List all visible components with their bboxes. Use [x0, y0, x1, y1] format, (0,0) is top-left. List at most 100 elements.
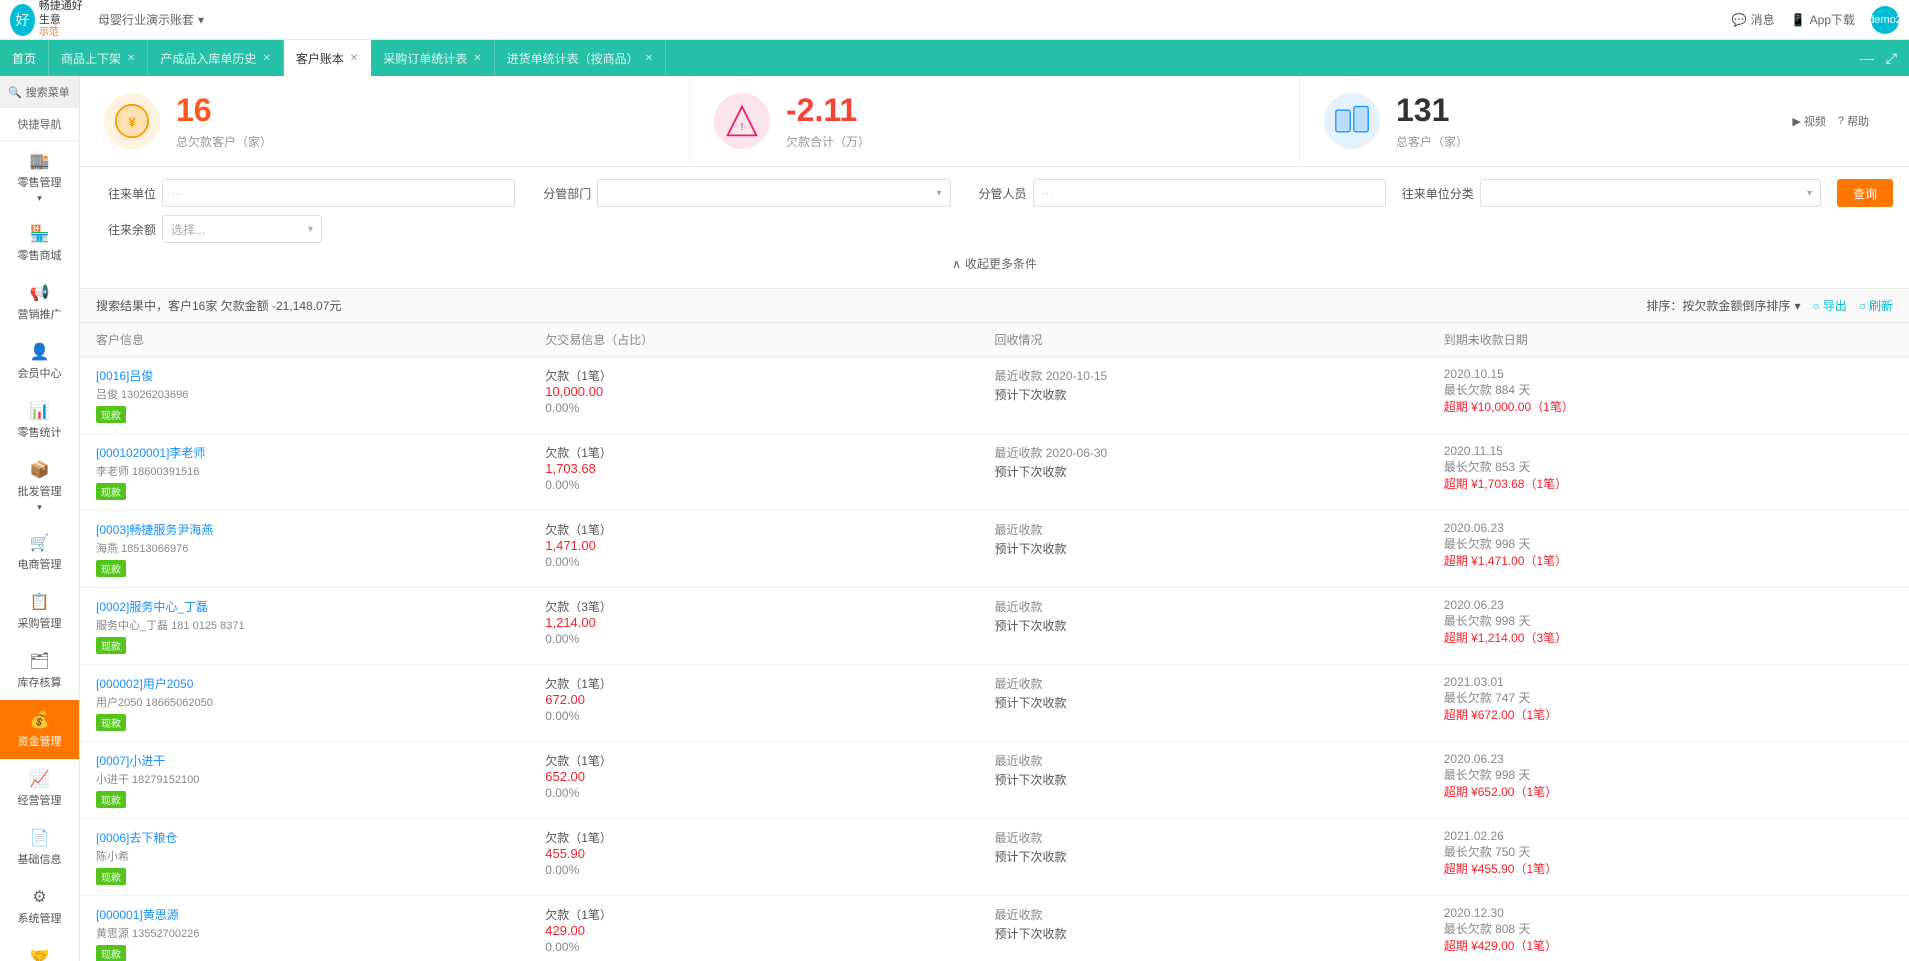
debt-amount[interactable]: 652.00 [545, 769, 994, 784]
sidebar-item-retail-mall[interactable]: 🏪 零售商城 [0, 214, 79, 273]
chevron-down-icon: ▾ [198, 13, 204, 27]
customer-name[interactable]: [0006]去下粮仓 [96, 829, 545, 846]
overdue-link[interactable]: 超期 ¥455.90（1笔） [1444, 860, 1893, 877]
debt-amount[interactable]: 1,471.00 [545, 538, 994, 553]
sidebar-item-batch-mgmt[interactable]: 📦 批发管理 ▾ [0, 450, 79, 523]
dept-select[interactable]: ▾ [597, 179, 950, 207]
tab-close-customer[interactable]: ✕ [350, 53, 358, 64]
tab-home[interactable]: 首页 [0, 40, 49, 76]
collapse-filter-button[interactable]: ∧ 收起更多条件 [96, 251, 1893, 276]
sidebar-item-member[interactable]: 👤 会员中心 [0, 332, 79, 391]
sidebar-item-marketing[interactable]: 📢 营销推广 [0, 273, 79, 332]
tab-maximize-button[interactable]: ⤢ [1882, 50, 1901, 67]
tab-stock[interactable]: 进货单统计表（按商品） ✕ [495, 40, 666, 76]
debt-amount[interactable]: 429.00 [545, 923, 994, 938]
chevron-down-icon: ▾ [37, 502, 42, 513]
last-collection: 最近收款 [995, 521, 1444, 538]
sidebar-item-retail-mgmt[interactable]: 🏬 零售管理 ▾ [0, 141, 79, 214]
debt-amount[interactable]: 672.00 [545, 692, 994, 707]
tab-production[interactable]: 产成品入库单历史 ✕ [148, 40, 283, 76]
tab-close-stock[interactable]: ✕ [645, 53, 653, 64]
filter-from-unit: 往来单位 ··· [96, 179, 515, 207]
unit-class-select[interactable]: ▾ [1480, 179, 1821, 207]
avatar: demo2 [1871, 6, 1899, 34]
sidebar-item-inventory[interactable]: 🗂 库存核算 [0, 641, 79, 700]
sort-select[interactable]: 排序：按欠款金额倒序排序 ▾ [1646, 297, 1800, 314]
help-icon: ? [1838, 115, 1844, 127]
tab-customer[interactable]: 客户账本 ✕ [284, 40, 371, 76]
overdue-link[interactable]: 超期 ¥1,703.68（1笔） [1444, 475, 1893, 492]
tab-close-products[interactable]: ✕ [127, 53, 135, 64]
sidebar-item-enterprise-coop[interactable]: 🤝 企业协同 [0, 936, 79, 961]
customer-name[interactable]: [0016]吕俊 [96, 367, 545, 384]
sort-label: 排序：按欠款金额倒序排序 [1646, 297, 1790, 314]
filter-area: 往来单位 ··· 分管部门 ▾ 分管人员 ··· [80, 167, 1909, 289]
customer-name[interactable]: [0003]畅捷服务尹海燕 [96, 521, 545, 538]
person-input[interactable]: ··· [1033, 179, 1386, 207]
overdue-link[interactable]: 超期 ¥1,471.00（1笔） [1444, 552, 1893, 569]
help-button[interactable]: ? 帮助 [1838, 113, 1869, 129]
due-date-cell: 2020.06.23 最长欠款 998 天 超期 ¥652.00（1笔） [1444, 752, 1893, 800]
balance-label: 往来余额 [96, 221, 156, 238]
total-customers-icon [1324, 93, 1380, 149]
debt-count: 欠款（1笔） [545, 752, 994, 769]
balance-select[interactable]: 选择... ▾ [162, 215, 322, 243]
filter-person: 分管人员 ··· [967, 179, 1386, 207]
table-row: [0006]去下粮仓 陈小希 现款 欠款（1笔） 455.90 0.00% 最近… [80, 819, 1909, 896]
app-download-button[interactable]: 📱 App下载 [1791, 11, 1855, 28]
debt-amount[interactable]: 1,703.68 [545, 461, 994, 476]
filter-balance: 往来余额 选择... ▾ [96, 215, 1893, 243]
export-button[interactable]: ○ 导出 [1812, 297, 1846, 314]
customer-name[interactable]: [0007]小进干 [96, 752, 545, 769]
last-collection: 最近收款 [995, 598, 1444, 615]
overdue-link[interactable]: 超期 ¥10,000.00（1笔） [1444, 398, 1893, 415]
debt-amount-icon: ! [714, 93, 770, 149]
sidebar-item-purchase[interactable]: 📋 采购管理 [0, 582, 79, 641]
customer-name[interactable]: [0002]服务中心_丁磊 [96, 598, 545, 615]
overdue-link[interactable]: 超期 ¥652.00（1笔） [1444, 783, 1893, 800]
sidebar-item-retail-stats[interactable]: 📊 零售统计 [0, 391, 79, 450]
tab-purchase[interactable]: 采购订单统计表 ✕ [371, 40, 494, 76]
sidebar-search[interactable]: 🔍 搜索菜单 [0, 76, 79, 108]
sidebar-item-ecommerce[interactable]: 🛒 电商管理 [0, 523, 79, 582]
batch-mgmt-icon: 📦 [30, 460, 50, 480]
customer-name[interactable]: [000002]用户2050 [96, 675, 545, 692]
sidebar-item-operations[interactable]: 📈 经营管理 [0, 759, 79, 818]
last-collection: 最近收款 [995, 906, 1444, 923]
ecommerce-icon: 🛒 [30, 533, 50, 553]
tab-close-purchase[interactable]: ✕ [473, 53, 481, 64]
sidebar-item-system[interactable]: ⚙ 系统管理 [0, 877, 79, 936]
debt-amount[interactable]: 455.90 [545, 846, 994, 861]
sidebar-item-basic-info[interactable]: 📄 基础信息 [0, 818, 79, 877]
overdue-days: 最长欠款 747 天 [1444, 689, 1893, 706]
view-button[interactable]: ▶ 视频 [1792, 113, 1825, 129]
top-bar: 好 畅捷通好生意 示范 母婴行业演示账套 ▾ 💬 消息 📱 App下载 demo… [0, 0, 1909, 40]
debt-amount[interactable]: 10,000.00 [545, 384, 994, 399]
overdue-link[interactable]: 超期 ¥672.00（1笔） [1444, 706, 1893, 723]
chevron-down-icon: ▾ [308, 224, 313, 235]
search-button[interactable]: 查询 [1837, 179, 1893, 207]
store-selector[interactable]: 母婴行业演示账套 ▾ [98, 11, 204, 28]
debt-info-cell: 欠款（1笔） 455.90 0.00% [545, 829, 994, 877]
tab-products[interactable]: 商品上下架 ✕ [49, 40, 148, 76]
refresh-button[interactable]: ○ 刷新 [1859, 297, 1893, 314]
debt-amount[interactable]: 1,214.00 [545, 615, 994, 630]
customer-tag: 现款 [96, 791, 126, 808]
message-button[interactable]: 💬 消息 [1732, 11, 1775, 28]
overdue-link[interactable]: 超期 ¥1,214.00（3笔） [1444, 629, 1893, 646]
tab-close-production[interactable]: ✕ [262, 53, 270, 64]
video-icon: ▶ [1792, 115, 1800, 128]
col-header-collection: 回收情况 [995, 331, 1444, 348]
tab-minimize-button[interactable]: — [1856, 50, 1878, 67]
retail-mgmt-icon: 🏬 [30, 151, 50, 171]
debt-count: 欠款（1笔） [545, 444, 994, 461]
from-unit-input[interactable]: ··· [162, 179, 515, 207]
sidebar-item-quick-nav[interactable]: 快捷导航 [0, 108, 79, 141]
user-menu[interactable]: demo2 [1871, 6, 1899, 34]
due-date: 2020.12.30 [1444, 906, 1893, 920]
customer-name[interactable]: [0001020001]李老师 [96, 444, 545, 461]
customer-tag: 现款 [96, 560, 126, 577]
sidebar-item-finance[interactable]: 💰 资金管理 [0, 700, 79, 759]
overdue-link[interactable]: 超期 ¥429.00（1笔） [1444, 937, 1893, 954]
customer-name[interactable]: [000001]黄思源 [96, 906, 545, 923]
